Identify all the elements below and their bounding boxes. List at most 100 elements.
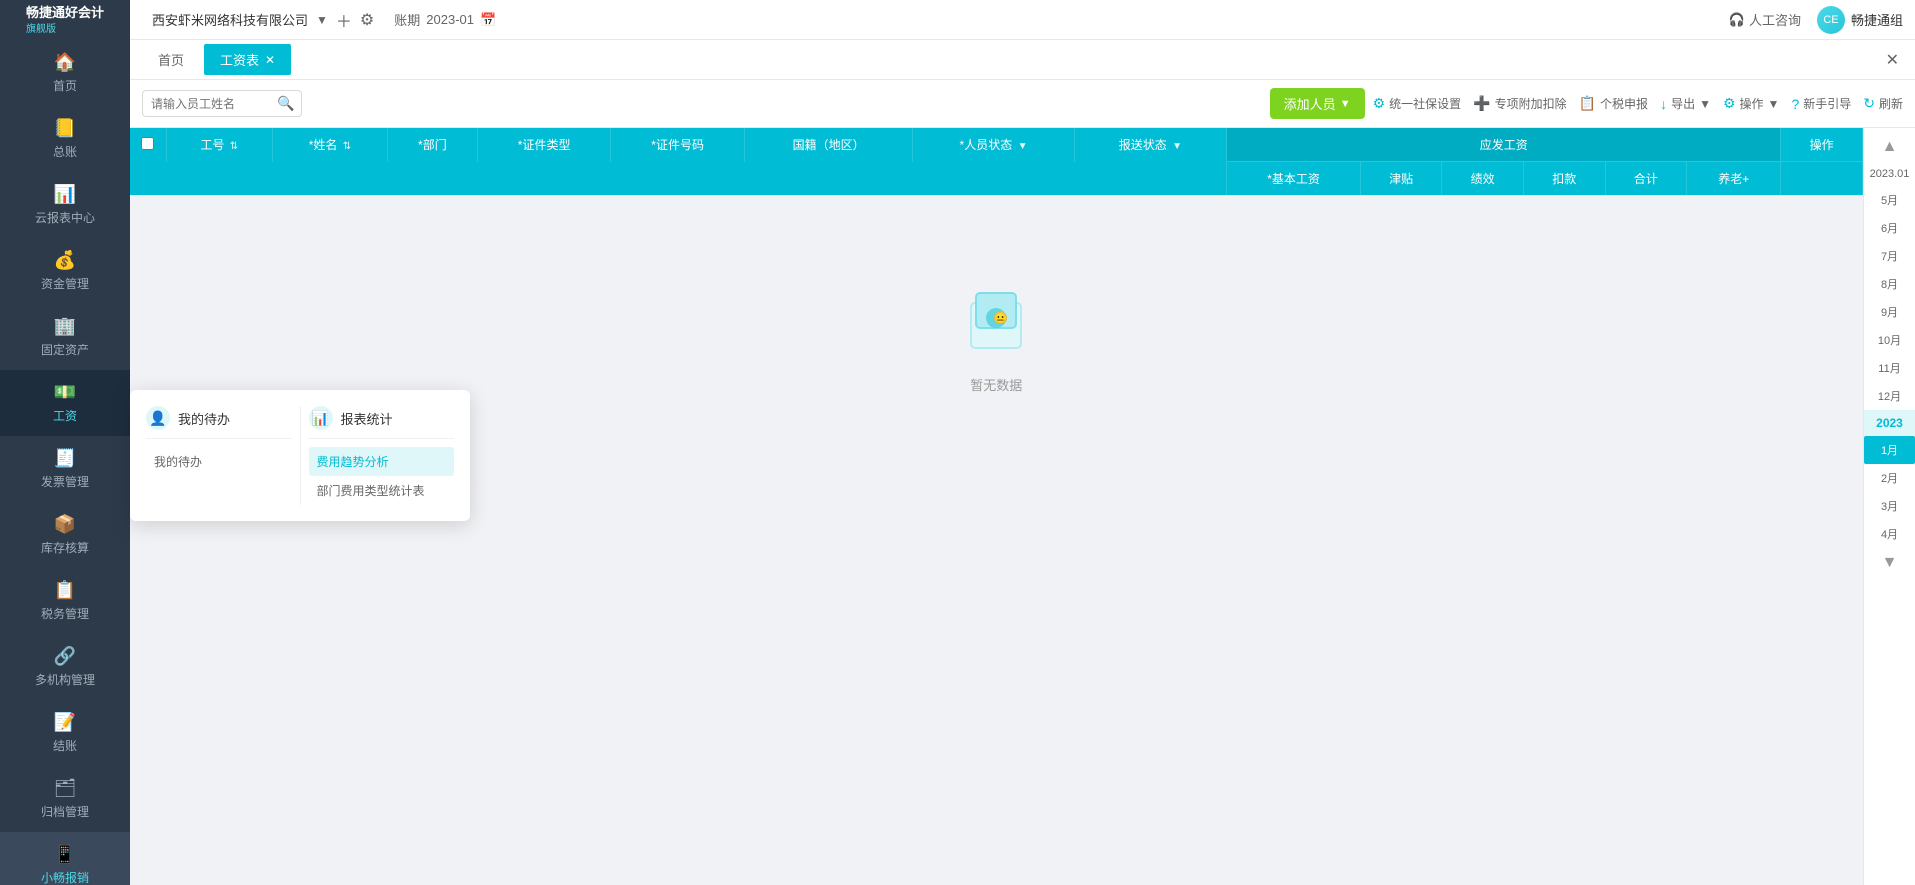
th-base-salary-label: *基本工资	[1267, 172, 1320, 186]
archive-icon: 🗂	[54, 778, 77, 799]
th-id-number: *证件号码	[611, 128, 745, 162]
timeline-month-4[interactable]: 4月	[1864, 520, 1915, 548]
calendar-icon[interactable]: 📅	[480, 12, 496, 28]
timeline-month-11[interactable]: 11月	[1864, 354, 1915, 382]
sort-icon-name[interactable]: ⇅	[343, 141, 351, 152]
sidebar-item-multi-org[interactable]: 🔗 多机构管理	[0, 634, 130, 700]
sidebar-item-tax[interactable]: 📋 税务管理	[0, 568, 130, 634]
timeline-month-8[interactable]: 8月	[1864, 270, 1915, 298]
th-total-label: 合计	[1634, 172, 1658, 186]
filter-icon-person-status[interactable]: ▼	[1018, 141, 1028, 152]
search-input-wrap[interactable]: 🔍	[142, 90, 302, 117]
action-export[interactable]: ↓ 导出 ▼	[1660, 95, 1711, 112]
th-base-salary: *基本工资	[1227, 162, 1361, 196]
add-icon[interactable]: ＋	[336, 8, 352, 32]
sidebar-item-invoice[interactable]: 🧾 发票管理	[0, 436, 130, 502]
action-refresh[interactable]: ↻ 刷新	[1863, 95, 1903, 112]
th-checkbox[interactable]	[130, 128, 166, 162]
empty-text: 暂无数据	[970, 375, 1022, 394]
avatar-initials: CE	[1823, 14, 1838, 26]
th-allowance: 津贴	[1360, 162, 1442, 196]
window-close-icon[interactable]: ✕	[1882, 48, 1903, 73]
th-id-type: *证件类型	[477, 128, 611, 162]
action-operations[interactable]: ⚙ 操作 ▼	[1723, 95, 1779, 112]
th-department: *部门	[387, 128, 477, 162]
add-person-button[interactable]: 添加人员 ▼	[1270, 88, 1365, 119]
tax-icon: 📋	[54, 580, 76, 601]
filter-icon-send-status[interactable]: ▼	[1172, 141, 1182, 152]
ledger-icon: 📒	[54, 118, 76, 139]
th-deductions: 扣款	[1523, 162, 1605, 196]
user-area: CE 畅捷通组	[1817, 6, 1903, 34]
timeline-month-6[interactable]: 6月	[1864, 214, 1915, 242]
tab-close-icon[interactable]: ✕	[265, 53, 275, 67]
th-performance: 绩效	[1442, 162, 1524, 196]
popup-item-expense-trend[interactable]: 费用趋势分析	[309, 447, 455, 476]
sidebar-item-expense[interactable]: 📱 小畅报销	[0, 832, 130, 885]
th-operations-sub	[1781, 162, 1863, 196]
search-input[interactable]	[151, 97, 271, 111]
select-all-checkbox[interactable]	[141, 137, 154, 150]
action-refresh-label: 刷新	[1879, 95, 1903, 112]
th-id-type-label: *证件类型	[518, 138, 571, 152]
company-dropdown-icon[interactable]: ▼	[316, 13, 328, 27]
sidebar-label-tax: 税务管理	[41, 605, 89, 622]
service-button[interactable]: 🎧 人工咨询	[1729, 10, 1801, 29]
sidebar-item-home[interactable]: 🏠 首页	[0, 40, 130, 106]
export-icon: ↓	[1660, 96, 1667, 112]
action-social-insurance[interactable]: ⚙ 统一社保设置	[1373, 95, 1462, 112]
sidebar-item-reports[interactable]: 📊 云报表中心	[0, 172, 130, 238]
sidebar-item-ledger[interactable]: 📒 总账	[0, 106, 130, 172]
timeline-month-5[interactable]: 5月	[1864, 186, 1915, 214]
user-name: 畅捷通组	[1851, 10, 1903, 29]
sidebar-item-assets[interactable]: 🏢 固定资产	[0, 304, 130, 370]
popup-col-reports-title: 报表统计	[341, 409, 393, 428]
sidebar-label-reports: 云报表中心	[35, 209, 95, 226]
action-tax-report[interactable]: 📋 个税申报	[1579, 95, 1648, 112]
settings-icon[interactable]: ⚙	[360, 10, 374, 30]
timeline-month-9[interactable]: 9月	[1864, 298, 1915, 326]
salary-icon: 💵	[54, 382, 76, 403]
tab-salary[interactable]: 工资表 ✕	[204, 44, 291, 75]
popup-col-todo-title: 我的待办	[178, 409, 230, 428]
popup-divider	[300, 406, 301, 505]
timeline-month-10[interactable]: 10月	[1864, 326, 1915, 354]
right-timeline: ▲ 2023.01 5月 6月 7月 8月 9月 10月 11月 12月 202…	[1863, 128, 1915, 885]
th-employee-number-label: 工号	[200, 138, 224, 152]
action-special-deduction[interactable]: ➕ 专项附加扣除	[1473, 95, 1566, 112]
timeline-nav-up[interactable]: ▲	[1864, 132, 1915, 162]
popup-item-dept-expense[interactable]: 部门费用类型统计表	[309, 476, 455, 505]
popup-item-my-todo[interactable]: 我的待办	[146, 447, 292, 476]
finance-icon: 💰	[54, 250, 76, 271]
action-tax-report-label: 个税申报	[1600, 95, 1648, 112]
tab-home[interactable]: 首页	[142, 44, 200, 75]
action-export-label: 导出	[1671, 95, 1695, 112]
timeline-month-1[interactable]: 1月	[1864, 436, 1915, 464]
sort-icon-employee-number[interactable]: ⇅	[230, 141, 238, 152]
th-person-status-label: *人员状态	[960, 138, 1013, 152]
sidebar-item-inventory[interactable]: 📦 库存核算	[0, 502, 130, 568]
sidebar-item-salary[interactable]: 💵 工资	[0, 370, 130, 436]
th-nationality: 国籍（地区）	[744, 128, 913, 162]
timeline-month-7[interactable]: 7月	[1864, 242, 1915, 270]
sidebar-label-archive: 归档管理	[41, 803, 89, 820]
timeline-nav-down[interactable]: ▼	[1864, 548, 1915, 578]
timeline-month-3[interactable]: 3月	[1864, 492, 1915, 520]
sidebar-item-close[interactable]: 📝 结账	[0, 700, 130, 766]
sidebar-item-finance[interactable]: 💰 资金管理	[0, 238, 130, 304]
timeline-month-2[interactable]: 2月	[1864, 464, 1915, 492]
sidebar-item-archive[interactable]: 🗂 归档管理	[0, 766, 130, 832]
popup-col-todo: 👤 我的待办 我的待办	[146, 406, 292, 505]
sidebar-label-inventory: 库存核算	[41, 539, 89, 556]
timeline-year-prev[interactable]: 2023.01	[1864, 162, 1915, 186]
company-info: 西安虾米网络科技有限公司 ▼ ＋ ⚙ 账期 2023-01 📅	[152, 8, 496, 32]
avatar: CE	[1817, 6, 1845, 34]
invoice-icon: 🧾	[54, 448, 76, 469]
multi-org-icon: 🔗	[54, 646, 76, 667]
timeline-month-12[interactable]: 12月	[1864, 382, 1915, 410]
sidebar-label-invoice: 发票管理	[41, 473, 89, 490]
inventory-icon: 📦	[54, 514, 76, 535]
todo-col-icon: 👤	[146, 406, 170, 430]
reports-col-icon: 📊	[309, 406, 333, 430]
action-guide[interactable]: ? 新手引导	[1791, 95, 1851, 112]
